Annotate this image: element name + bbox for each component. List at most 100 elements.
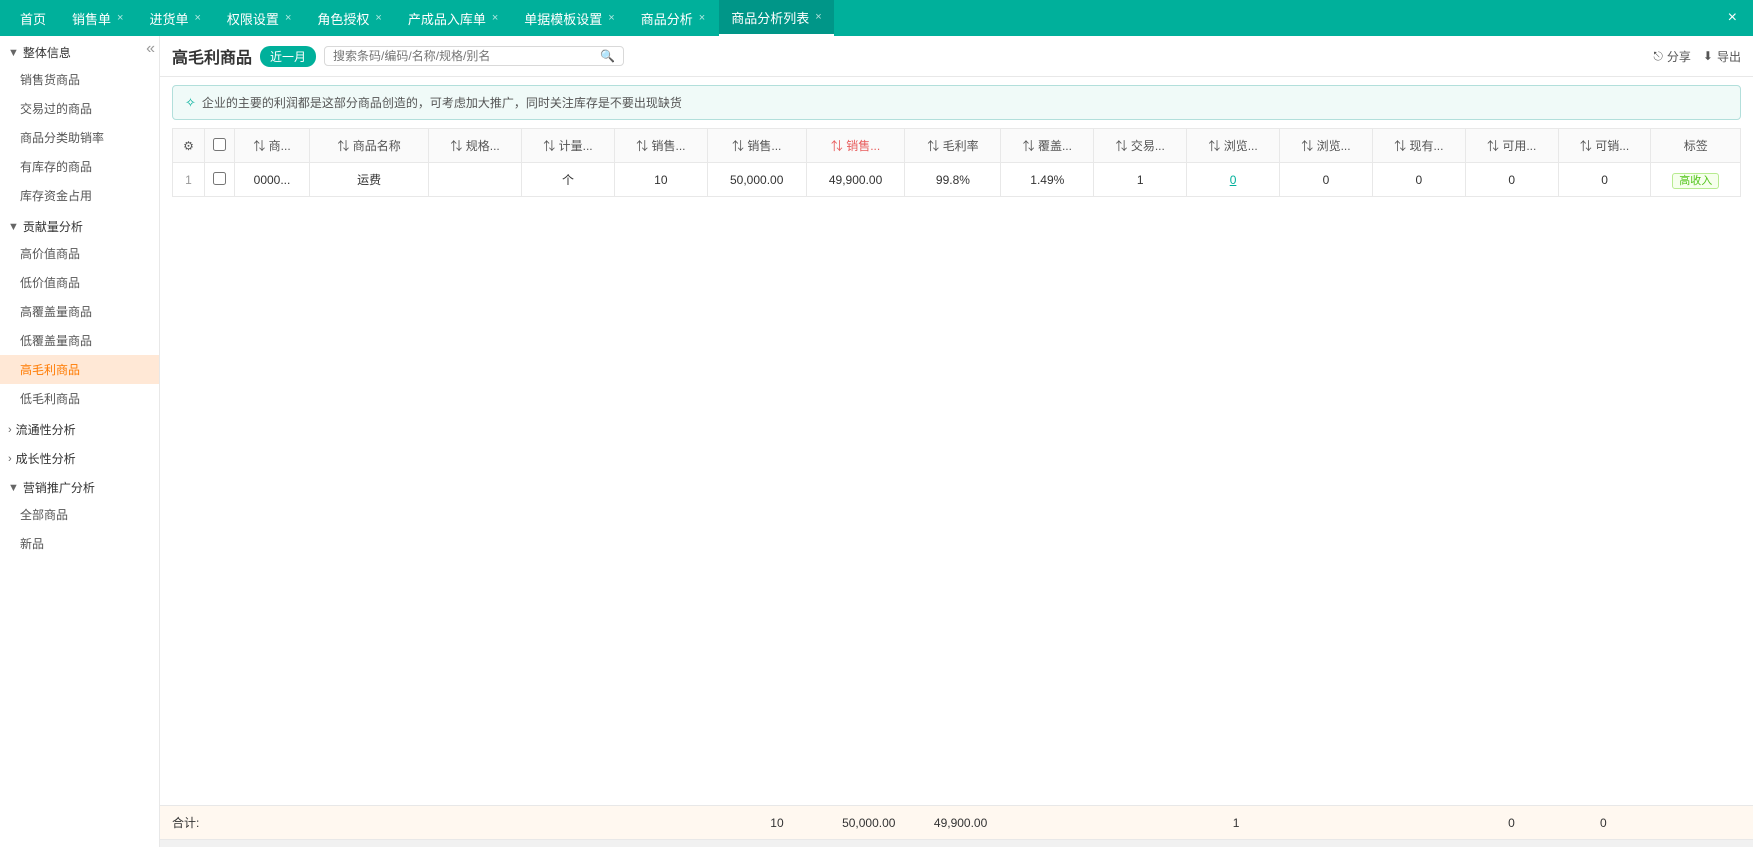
col-view1[interactable]: ⇅ 浏览...	[1187, 129, 1280, 163]
close-role-tab[interactable]: ×	[375, 12, 381, 24]
sidebar-group-marketing[interactable]: ▼ 营销推广分析	[0, 471, 159, 500]
col-unit[interactable]: ⇅ 计量...	[522, 129, 615, 163]
tag-badge: 高收入	[1672, 173, 1719, 189]
col-view2[interactable]: ⇅ 浏览...	[1279, 129, 1372, 163]
tab-purchase[interactable]: 进货单 ×	[137, 0, 212, 36]
col-trade[interactable]: ⇅ 交易...	[1094, 129, 1187, 163]
tab-home[interactable]: 首页	[8, 0, 58, 36]
sidebar-item-stock-goods[interactable]: 有库存的商品	[0, 152, 159, 181]
select-all-checkbox[interactable]	[213, 138, 226, 151]
col-spec[interactable]: ⇅ 规格...	[429, 129, 522, 163]
col-sale-qty[interactable]: ⇅ 销售...	[614, 129, 707, 163]
col-gross-margin[interactable]: ⇅ 毛利率	[905, 129, 1001, 163]
page-title: 高毛利商品	[172, 44, 252, 68]
share-icon: ⎋	[1653, 49, 1663, 64]
tab-permission[interactable]: 权限设置 ×	[215, 0, 303, 36]
footer-sale-qty: 10	[731, 816, 823, 830]
view1-link[interactable]: 0	[1230, 173, 1237, 187]
col-checkbox	[205, 129, 235, 163]
sidebar-group-overall[interactable]: ▼ 整体信息	[0, 36, 159, 65]
footer-label: 合计:	[172, 814, 272, 831]
search-box: 🔍	[324, 46, 624, 66]
col-available-stock[interactable]: ⇅ 可用...	[1465, 129, 1558, 163]
share-button[interactable]: ⎋ 分享	[1653, 48, 1691, 65]
sidebar-item-low-coverage[interactable]: 低覆盖量商品	[0, 326, 159, 355]
footer-current-stock: 0	[1466, 816, 1558, 830]
cell-sale-amount: 50,000.00	[707, 163, 806, 197]
data-table: ⚙ ⇅ 商... ⇅ 商品名称 ⇅ 规格... ⇅ 计量... ⇅ 销售... …	[172, 128, 1741, 197]
cell-sale-qty: 10	[614, 163, 707, 197]
period-badge[interactable]: 近一月	[260, 46, 316, 67]
sidebar-item-traded-goods[interactable]: 交易过的商品	[0, 94, 159, 123]
col-sale-profit[interactable]: ⇅ 销售...	[806, 129, 905, 163]
sidebar-item-high-value[interactable]: 高价值商品	[0, 239, 159, 268]
col-coverage[interactable]: ⇅ 覆盖...	[1001, 129, 1094, 163]
sidebar-collapse-button[interactable]: «	[146, 40, 155, 58]
arrow-icon: ▼	[8, 47, 19, 59]
tab-role[interactable]: 角色授权 ×	[305, 0, 393, 36]
sidebar-group-growth[interactable]: › 成长性分析	[0, 442, 159, 471]
footer-trade: 1	[1190, 816, 1282, 830]
sidebar: « ▼ 整体信息 销售货商品 交易过的商品 商品分类助销率 有库存的商品 库存资…	[0, 36, 160, 847]
tab-analysis-list[interactable]: 商品分析列表 ×	[719, 0, 833, 36]
cell-unit: 个	[522, 163, 615, 197]
info-banner: ✧ 企业的主要的利润都是这部分商品创造的，可考虑加大推广，同时关注库存是不要出现…	[172, 85, 1741, 120]
sidebar-item-stock-capital[interactable]: 库存资金占用	[0, 181, 159, 210]
col-sale-amount[interactable]: ⇅ 销售...	[707, 129, 806, 163]
export-icon: ⬇	[1703, 49, 1713, 63]
footer-available-stock: 0	[1557, 816, 1649, 830]
top-nav: 首页 销售单 × 进货单 × 权限设置 × 角色授权 × 产成品入库单 × 单据…	[0, 0, 1753, 36]
col-settings[interactable]: ⚙	[173, 129, 205, 163]
close-purchase-tab[interactable]: ×	[194, 12, 200, 24]
cell-gross-margin: 99.8%	[905, 163, 1001, 197]
cell-sale-profit: 49,900.00	[806, 163, 905, 197]
sidebar-item-low-margin[interactable]: 低毛利商品	[0, 384, 159, 413]
cell-coverage: 1.49%	[1001, 163, 1094, 197]
close-analysis-tab[interactable]: ×	[699, 12, 705, 24]
col-current-stock[interactable]: ⇅ 现有...	[1372, 129, 1465, 163]
sidebar-item-category-rate[interactable]: 商品分类助销率	[0, 123, 159, 152]
close-permission-tab[interactable]: ×	[285, 12, 291, 24]
sidebar-item-new-goods[interactable]: 新品	[0, 529, 159, 558]
sidebar-group-liquidity[interactable]: › 流通性分析	[0, 413, 159, 442]
tab-analysis[interactable]: 商品分析 ×	[629, 0, 717, 36]
col-tag[interactable]: 标签	[1651, 129, 1741, 163]
header-actions: ⎋ 分享 ⬇ 导出	[1653, 48, 1741, 65]
close-analysis-list-tab[interactable]: ×	[815, 11, 821, 23]
cell-view1[interactable]: 0	[1187, 163, 1280, 197]
cell-current-stock: 0	[1372, 163, 1465, 197]
cell-saleable-stock: 0	[1558, 163, 1651, 197]
tab-template[interactable]: 单据模板设置 ×	[512, 0, 626, 36]
sidebar-item-low-value[interactable]: 低价值商品	[0, 268, 159, 297]
content-area: 高毛利商品 近一月 🔍 ⎋ 分享 ⬇ 导出 ✧ 企业的主要的利润都是这部分商品创…	[160, 36, 1753, 847]
table-container: ⚙ ⇅ 商... ⇅ 商品名称 ⇅ 规格... ⇅ 计量... ⇅ 销售... …	[160, 128, 1753, 805]
tab-production[interactable]: 产成品入库单 ×	[396, 0, 510, 36]
close-window-button[interactable]: ×	[1720, 9, 1745, 27]
cell-tag: 高收入	[1651, 163, 1741, 197]
main-container: « ▼ 整体信息 销售货商品 交易过的商品 商品分类助销率 有库存的商品 库存资…	[0, 36, 1753, 847]
col-saleable-stock[interactable]: ⇅ 可销...	[1558, 129, 1651, 163]
cell-view2: 0	[1279, 163, 1372, 197]
cell-checkbox[interactable]	[205, 163, 235, 197]
tab-sales[interactable]: 销售单 ×	[60, 0, 135, 36]
sidebar-item-high-margin[interactable]: 高毛利商品	[0, 355, 159, 384]
table-header-row: ⚙ ⇅ 商... ⇅ 商品名称 ⇅ 规格... ⇅ 计量... ⇅ 销售... …	[173, 129, 1741, 163]
export-button[interactable]: ⬇ 导出	[1703, 48, 1741, 65]
search-icon[interactable]: 🔍	[600, 49, 615, 63]
footer-sale-amount: 50,000.00	[823, 816, 915, 830]
close-production-tab[interactable]: ×	[492, 12, 498, 24]
sidebar-item-all-goods[interactable]: 全部商品	[0, 500, 159, 529]
arrow-icon-3: ›	[8, 424, 12, 436]
bottom-scrollbar[interactable]	[160, 839, 1753, 847]
sidebar-item-high-coverage[interactable]: 高覆盖量商品	[0, 297, 159, 326]
close-sales-tab[interactable]: ×	[117, 12, 123, 24]
col-name[interactable]: ⇅ 商品名称	[310, 129, 429, 163]
col-code[interactable]: ⇅ 商...	[235, 129, 310, 163]
search-input[interactable]	[333, 49, 600, 63]
sidebar-item-sales-goods[interactable]: 销售货商品	[0, 65, 159, 94]
cell-spec	[429, 163, 522, 197]
sidebar-group-contribution[interactable]: ▼ 贡献量分析	[0, 210, 159, 239]
close-template-tab[interactable]: ×	[608, 12, 614, 24]
info-icon: ✧	[185, 95, 196, 111]
row-checkbox[interactable]	[213, 172, 226, 185]
